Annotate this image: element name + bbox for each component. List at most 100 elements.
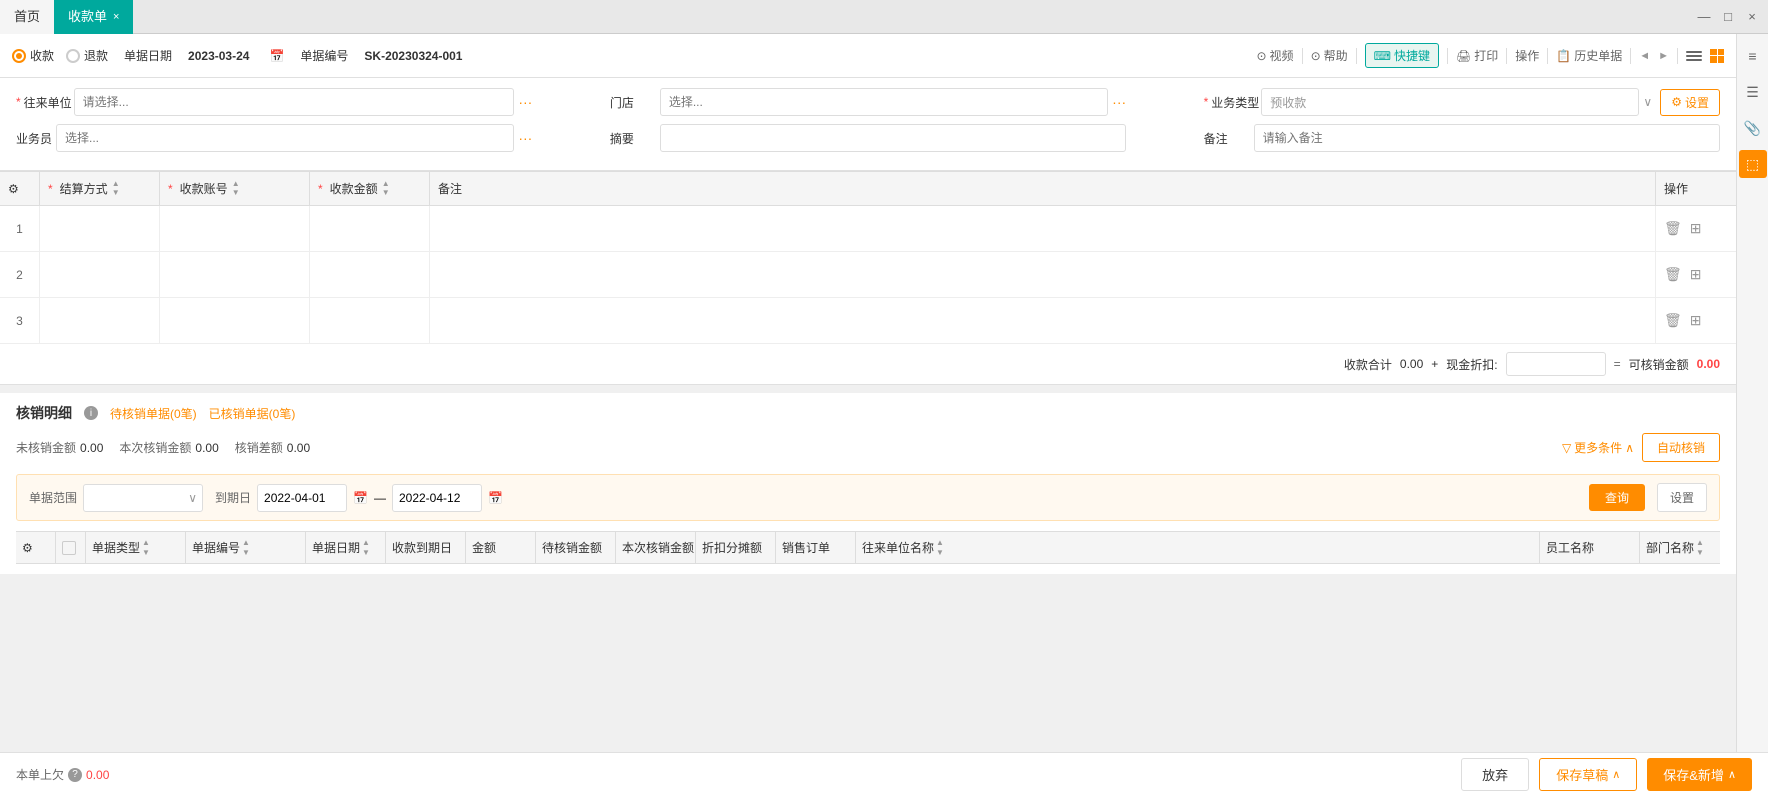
diff-label: 核销差额 [235,439,283,456]
done-tab[interactable]: 已核销单据(0笔) [209,405,296,422]
divider2 [1356,48,1357,64]
tab-receipt[interactable]: 收款单 × [54,0,133,34]
copy-btn-2[interactable]: ⊞ [1690,266,1702,283]
nav-prev-btn[interactable]: ◄ [1639,50,1650,62]
row-1-account[interactable] [160,206,310,251]
row-2-settlement[interactable] [40,252,160,297]
query-btn[interactable]: 查询 [1589,484,1645,511]
operations-btn[interactable]: 操作 [1515,47,1539,64]
store-input[interactable] [660,88,1108,116]
bottom-th-order: 销售订单 [776,532,856,563]
row-3-settlement[interactable] [40,298,160,343]
auto-verify-btn[interactable]: 自动核销 [1642,433,1720,462]
calendar-icon[interactable]: 📅 [269,49,284,63]
unverified-label: 未核销金额 [16,439,76,456]
panel-btn-1[interactable]: ≡ [1739,42,1767,70]
print-btn[interactable]: 🖨 打印 [1456,47,1498,64]
window-close-btn[interactable]: × [1744,9,1760,25]
row-3-amount[interactable] [310,298,430,343]
divider3 [1447,48,1448,64]
grid-view-icon[interactable] [1710,49,1724,63]
history-label: 历史单据 [1574,47,1622,64]
calendar-to-icon[interactable]: 📅 [488,491,503,505]
summary-label: 摘要 [610,130,660,147]
gear-icon: ⚙ [1671,95,1682,109]
radio-receipt[interactable]: 收款 [12,47,54,64]
radio-refund-label: 退款 [84,47,108,64]
select-all-checkbox[interactable] [62,541,76,555]
nav-next-btn[interactable]: ► [1658,50,1669,62]
help-icon: ⊙ [1311,49,1321,63]
row-2-account[interactable] [160,252,310,297]
equals-sign: = [1614,357,1621,371]
bottom-th-discount: 折扣分摊额 [696,532,776,563]
business-type-dropdown-icon[interactable]: ∨ [1643,95,1652,109]
shortcut-btn[interactable]: ⌨ 快捷键 [1365,43,1439,68]
panel-btn-attachment[interactable]: 📎 [1739,114,1767,142]
counterparty-input[interactable] [74,88,515,116]
row-3-remarks[interactable] [430,298,1656,343]
delete-btn-2[interactable]: 🗑 [1664,266,1682,283]
copy-btn-3[interactable]: ⊞ [1690,312,1702,329]
delete-btn-3[interactable]: 🗑 [1664,312,1682,329]
row-1-remarks[interactable] [430,206,1656,251]
summary-row: 收款合计 0.00 + 现金折扣: = 可核销金额 0.00 [0,344,1736,385]
th-gear[interactable]: ⚙ [0,172,40,205]
copy-btn-1[interactable]: ⊞ [1690,220,1702,237]
discard-btn[interactable]: 放弃 [1461,758,1529,791]
main-content: 收款 退款 单据日期 2023-03-24 📅 单据编号 SK-20230324… [0,34,1736,752]
window-minimize-btn[interactable]: — [1696,9,1712,25]
tab-close-icon[interactable]: × [113,0,119,34]
number-value: SK-20230324-001 [364,49,462,63]
summary-input[interactable] [660,124,1126,152]
settings-btn[interactable]: ⚙ 设置 [1660,89,1720,116]
sort-date-icon: ▲▼ [362,538,370,557]
net-value: 0.00 [1697,357,1720,371]
window-maximize-btn[interactable]: □ [1720,9,1736,25]
business-type-input[interactable] [1261,88,1639,116]
video-btn[interactable]: ⊙ 视频 [1256,47,1293,64]
bottom-th-gear[interactable]: ⚙ [16,532,56,563]
bottom-th-number: 单据编号 ▲▼ [186,532,306,563]
net-label: 可核销金额 [1629,356,1689,373]
salesperson-more-btn[interactable]: ··· [518,130,532,146]
stat-info-icon[interactable]: ? [68,768,82,782]
due-label: 到期日 [215,489,251,506]
settings-button[interactable]: ⚙ 设置 [1660,89,1720,116]
info-icon[interactable]: i [84,406,98,420]
row-2-remarks[interactable] [430,252,1656,297]
calendar-from-icon[interactable]: 📅 [353,491,368,505]
row-2-amount[interactable] [310,252,430,297]
discount-input[interactable] [1506,352,1606,376]
panel-btn-2[interactable]: ☰ [1739,78,1767,106]
store-more-btn[interactable]: ··· [1112,94,1126,110]
history-btn[interactable]: 📋 历史单据 [1556,47,1622,64]
date-from-input[interactable] [257,484,347,512]
pending-tab[interactable]: 待核销单据(0笔) [110,405,197,422]
help-btn[interactable]: ⊙ 帮助 [1311,47,1348,64]
delete-btn-1[interactable]: 🗑 [1664,220,1682,237]
th-settlement: * 结算方式 ▲▼ [40,172,160,205]
panel-btn-preview[interactable]: ⬚ [1739,150,1767,178]
remarks-input[interactable] [1254,124,1720,152]
diff-value: 0.00 [287,441,310,455]
table-row: 2 🗑 ⊞ [0,252,1736,298]
row-1-amount[interactable] [310,206,430,251]
list-view-icon[interactable] [1686,49,1702,63]
save-new-btn[interactable]: 保存&新增 ∧ [1647,758,1752,791]
save-draft-btn[interactable]: 保存草稿 ∧ [1539,758,1637,791]
row-1-actions: 🗑 ⊞ [1656,206,1736,251]
range-select[interactable] [83,484,203,512]
action-btns-1: 🗑 ⊞ [1664,220,1702,237]
salesperson-input[interactable] [56,124,514,152]
date-to-input[interactable] [392,484,482,512]
counterparty-more-btn[interactable]: ··· [518,94,532,110]
divider6 [1630,48,1631,64]
more-conditions-btn[interactable]: ▽ 更多条件 ∧ [1562,439,1634,456]
row-3-account[interactable] [160,298,310,343]
filter-settings-btn[interactable]: 设置 [1657,483,1707,512]
counterparty-label: 往来单位 [24,94,74,111]
row-1-settlement[interactable] [40,206,160,251]
tab-home[interactable]: 首页 [0,0,54,34]
radio-refund[interactable]: 退款 [66,47,108,64]
